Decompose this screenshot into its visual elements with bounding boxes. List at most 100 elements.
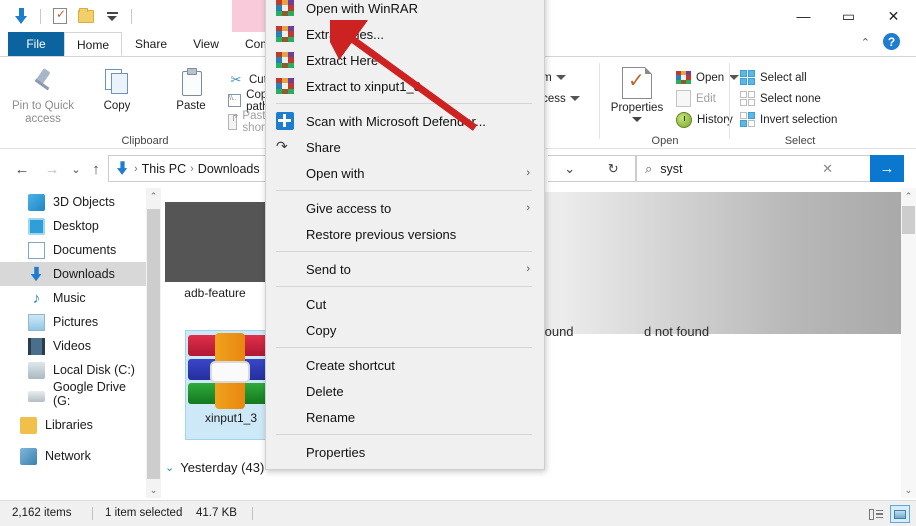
qat-customize-button[interactable] xyxy=(101,5,123,27)
menu-item-delete[interactable]: Delete xyxy=(266,378,544,404)
scroll-up-icon[interactable]: ⌃ xyxy=(901,188,916,204)
address-history-button[interactable]: ⌄ xyxy=(548,156,592,181)
menu-item-share[interactable]: ↷ Share xyxy=(266,134,544,160)
copy-label: Copy xyxy=(103,100,131,112)
documents-icon xyxy=(28,241,45,259)
scrollbar-thumb[interactable] xyxy=(147,209,160,479)
nav-label: Desktop xyxy=(53,219,99,233)
details-view-button[interactable] xyxy=(866,505,886,523)
tab-file[interactable]: File xyxy=(8,32,64,56)
menu-item-extract-files[interactable]: Extract files... xyxy=(266,21,544,47)
drive-icon xyxy=(28,390,45,402)
breadcrumb-this-pc[interactable]: This PC xyxy=(142,162,186,176)
tab-view[interactable]: View xyxy=(180,32,232,56)
invert-selection-button[interactable]: Invert selection xyxy=(738,109,837,130)
maximize-button[interactable]: ▭ xyxy=(826,0,871,32)
menu-item-scan-with-defender[interactable]: Scan with Microsoft Defender... xyxy=(266,108,544,134)
nav-item-network[interactable]: Network xyxy=(0,444,146,468)
nav-label: Music xyxy=(53,291,86,305)
customize-bar xyxy=(106,11,118,14)
menu-item-extract-to-folder[interactable]: Extract to xinput1_3 xyxy=(266,73,544,99)
select-none-button[interactable]: Select none xyxy=(738,88,837,109)
menu-item-give-access-to[interactable]: Give access to › xyxy=(266,195,544,221)
close-button[interactable]: ✕ xyxy=(871,0,916,32)
open-group-label: Open xyxy=(651,135,679,147)
paste-button[interactable]: Paste xyxy=(154,61,228,126)
copy-button[interactable]: Copy xyxy=(80,61,154,126)
nav-item-3d-objects[interactable]: 3D Objects xyxy=(0,190,146,214)
breadcrumb-downloads[interactable]: Downloads xyxy=(198,162,260,176)
up-button[interactable]: ↑ xyxy=(84,158,108,180)
file-view-scrollbar[interactable]: ⌃ ⌄ xyxy=(901,188,916,498)
nav-item-videos[interactable]: Videos xyxy=(0,334,146,358)
scroll-up-icon[interactable]: ⌃ xyxy=(146,188,161,204)
menu-item-rename[interactable]: Rename xyxy=(266,404,544,430)
menu-item-label: Create shortcut xyxy=(306,357,395,373)
navigation-pane: 3D Objects Desktop Documents Downloads ♪… xyxy=(0,188,146,498)
menu-item-copy[interactable]: Copy xyxy=(266,317,544,343)
pin-to-quick-access-button[interactable]: Pin to Quick access xyxy=(6,61,80,126)
nav-item-libraries[interactable]: Libraries xyxy=(0,413,146,437)
menu-item-label: Send to xyxy=(306,261,351,277)
menu-item-create-shortcut[interactable]: Create shortcut xyxy=(266,352,544,378)
search-input[interactable]: syst xyxy=(660,162,682,176)
context-menu[interactable]: Open with WinRAR Extract files... Extrac… xyxy=(265,0,545,470)
menu-item-open-with-winrar[interactable]: Open with WinRAR xyxy=(266,0,544,21)
group-header-yesterday[interactable]: ⌄ Yesterday (43) xyxy=(165,460,264,475)
file-item-xinput1-3[interactable]: ✓ xinput1_3 xyxy=(185,330,277,440)
nav-label: Downloads xyxy=(53,267,115,281)
file-name-label: xinput1_3 xyxy=(204,411,258,425)
empty-icon-slot xyxy=(276,408,294,426)
clipboard-group-label: Clipboard xyxy=(121,135,169,147)
menu-item-extract-here[interactable]: Extract Here xyxy=(266,47,544,73)
search-go-button[interactable]: → xyxy=(870,155,904,182)
qat-new-folder-button[interactable] xyxy=(75,5,97,27)
scroll-down-icon[interactable]: ⌄ xyxy=(901,482,916,498)
menu-item-restore-previous-versions[interactable]: Restore previous versions xyxy=(266,221,544,247)
menu-item-cut[interactable]: Cut xyxy=(266,291,544,317)
menu-item-properties[interactable]: Properties xyxy=(266,439,544,465)
local-disk-icon xyxy=(28,361,45,379)
help-button[interactable]: ? xyxy=(883,33,900,50)
scroll-down-icon[interactable]: ⌄ xyxy=(146,482,161,498)
refresh-button[interactable]: ↻ xyxy=(592,156,636,181)
nav-item-pictures[interactable]: Pictures xyxy=(0,310,146,334)
file-name-label: adb-feature xyxy=(184,286,246,300)
scrollbar-thumb[interactable] xyxy=(902,206,915,234)
qat-divider-2 xyxy=(131,8,132,24)
properties-button[interactable]: Properties xyxy=(600,61,674,122)
downloads-icon xyxy=(28,266,45,283)
qat-properties-button[interactable] xyxy=(49,5,71,27)
winrar-archive-icon xyxy=(188,333,274,409)
menu-item-open-with[interactable]: Open with › xyxy=(266,160,544,186)
chevron-down-icon xyxy=(569,96,580,101)
empty-icon-slot xyxy=(276,321,294,339)
history-label: History xyxy=(697,113,733,126)
back-button[interactable]: ← xyxy=(10,158,34,180)
nav-item-local-disk[interactable]: Local Disk (C:) xyxy=(0,358,146,382)
nav-item-google-drive[interactable]: Google Drive (G: xyxy=(0,380,146,408)
winrar-icon xyxy=(276,0,294,16)
menu-item-send-to[interactable]: Send to › xyxy=(266,256,544,282)
tab-share[interactable]: Share xyxy=(122,32,180,56)
navigation-scrollbar[interactable]: ⌃ ⌄ xyxy=(146,188,161,498)
empty-icon-slot xyxy=(276,164,294,182)
forward-button[interactable]: → xyxy=(40,158,64,180)
collapse-ribbon-button[interactable]: ⌃ xyxy=(861,36,870,49)
search-icon: ⌕ xyxy=(645,160,653,176)
clear-search-icon[interactable]: ✕ xyxy=(822,161,833,177)
downloads-icon xyxy=(116,161,129,175)
nav-item-downloads[interactable]: Downloads xyxy=(0,262,146,286)
nav-item-desktop[interactable]: Desktop xyxy=(0,214,146,238)
qat-downloads-button[interactable] xyxy=(10,5,32,27)
file-item-adb-feature[interactable]: adb-feature xyxy=(165,202,265,300)
ribbon-group-open: Properties Open Edit xyxy=(600,57,740,149)
select-all-button[interactable]: Select all xyxy=(738,67,837,88)
nav-item-documents[interactable]: Documents xyxy=(0,238,146,262)
nav-item-music[interactable]: ♪ Music xyxy=(0,286,146,310)
minimize-button[interactable]: — xyxy=(781,0,826,32)
search-box[interactable]: ⌕ syst ✕ xyxy=(636,155,876,182)
tab-home[interactable]: Home xyxy=(64,32,122,56)
menu-item-label: Extract to xinput1_3 xyxy=(306,78,421,94)
large-icons-view-button[interactable] xyxy=(890,505,910,523)
